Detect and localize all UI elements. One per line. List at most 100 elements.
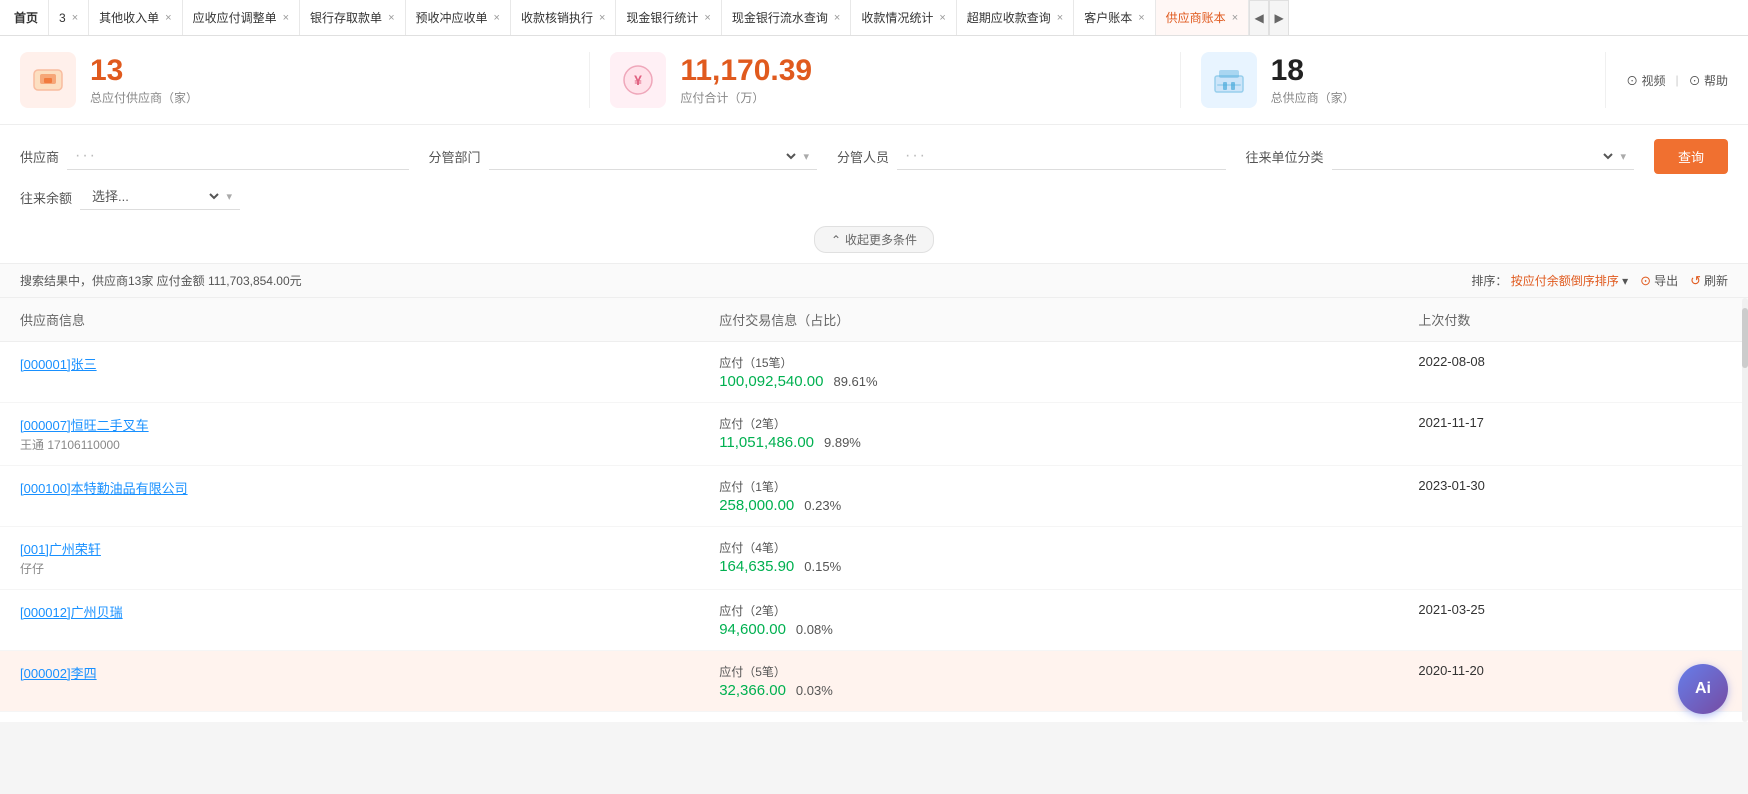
dept-select[interactable]	[497, 148, 800, 165]
nav-tab-other-income[interactable]: 其他收入单 ×	[89, 0, 182, 36]
video-link[interactable]: ⊙ 视频	[1626, 72, 1665, 89]
video-icon: ⊙	[1626, 74, 1638, 88]
balance-select[interactable]: 选择...	[88, 188, 222, 205]
sort-value-text[interactable]: 按应付余额倒序排序	[1511, 274, 1619, 288]
supplier-link[interactable]: [001]广州荣轩	[20, 542, 101, 557]
nav-tab-ap-adjust-close[interactable]: ×	[283, 12, 289, 24]
collapse-label: 收起更多条件	[845, 231, 917, 248]
payable-amount[interactable]: 32,366.00	[719, 682, 786, 699]
nav-tab-cash-bank-stat-close[interactable]: ×	[704, 12, 710, 24]
summary-payable-suppliers-text: 13 总应付供应商（家）	[90, 54, 198, 106]
nav-arrows: ◀ ▶	[1249, 0, 1289, 36]
nav-tab-3-close[interactable]: ×	[72, 12, 78, 24]
nav-tab-advance-collect[interactable]: 预收冲应收单 ×	[406, 0, 511, 36]
nav-tab-advance-collect-close[interactable]: ×	[494, 12, 500, 24]
filter-row-2: 往来余额 选择... ▾	[20, 184, 300, 210]
payable-amount[interactable]: 11,051,486.00	[719, 434, 814, 451]
help-icon: ⊙	[1689, 74, 1701, 88]
nav-tab-collect-verify[interactable]: 收款核销执行 ×	[511, 0, 616, 36]
help-link[interactable]: ⊙ 帮助	[1689, 72, 1728, 89]
payable-suppliers-label: 总应付供应商（家）	[90, 89, 198, 106]
payable-amount[interactable]: 164,635.90	[719, 558, 794, 575]
nav-tab-cash-bank-flow-label: 现金银行流水查询	[732, 9, 828, 26]
summary-payable-amount: ¥ 11,170.39 应付合计（万）	[590, 52, 1180, 108]
help-label: 帮助	[1704, 74, 1728, 88]
payable-amount[interactable]: 100,092,540.00	[719, 373, 823, 390]
balance-select-wrapper[interactable]: 选择... ▾	[80, 184, 240, 210]
supplier-info-cell: [001]广州荣轩仔仔	[0, 527, 699, 590]
nav-tab-collect-stat-label: 收款情况统计	[861, 9, 933, 26]
refresh-button[interactable]: ↺ 刷新	[1690, 272, 1728, 289]
video-label: 视频	[1642, 74, 1666, 88]
supplier-link[interactable]: [000012]广州贝瑞	[20, 605, 123, 620]
payable-label: 应付（2笔）	[719, 602, 1378, 619]
nav-tab-cash-bank-stat[interactable]: 现金银行统计 ×	[616, 0, 721, 36]
supplier-info-cell: [000001]张三	[0, 342, 699, 403]
summary-payable-amount-text: 11,170.39 应付合计（万）	[680, 54, 812, 106]
nav-tab-bank-deposit[interactable]: 银行存取款单 ×	[300, 0, 405, 36]
col-payable-info: 应付交易信息（占比）	[699, 298, 1398, 342]
person-input[interactable]	[897, 143, 1225, 170]
table-container: 供应商信息 应付交易信息（占比） 上次付数 [000001]张三应付（15笔）1…	[0, 298, 1748, 722]
supplier-input[interactable]	[67, 143, 408, 170]
nav-tab-customer-account[interactable]: 客户账本 ×	[1074, 0, 1155, 36]
nav-tab-home[interactable]: 首页	[4, 0, 49, 36]
supplier-sub: 仔仔	[20, 560, 679, 577]
nav-tab-other-income-close[interactable]: ×	[165, 12, 171, 24]
nav-tab-cash-bank-flow-close[interactable]: ×	[834, 12, 840, 24]
dept-label: 分管部门	[429, 147, 481, 166]
nav-tab-supplier-account-close[interactable]: ×	[1232, 12, 1238, 24]
collapse-button[interactable]: ⌃ 收起更多条件	[814, 226, 934, 253]
unit-category-select[interactable]	[1340, 148, 1617, 165]
nav-tab-collect-stat[interactable]: 收款情况统计 ×	[851, 0, 956, 36]
nav-tab-customer-account-close[interactable]: ×	[1138, 12, 1144, 24]
summary-total-suppliers-text: 18 总供应商（家）	[1271, 54, 1355, 106]
ai-badge[interactable]: Ai	[1678, 664, 1728, 714]
payable-amount[interactable]: 258,000.00	[719, 497, 794, 514]
top-right-links: ⊙ 视频 | ⊙ 帮助	[1606, 72, 1728, 89]
nav-tab-bank-deposit-label: 银行存取款单	[310, 9, 382, 26]
query-button[interactable]: 查询	[1654, 139, 1728, 174]
payable-amount[interactable]: 94,600.00	[719, 621, 786, 638]
payable-info-cell: 应付（2笔）11,051,486.009.89%	[699, 403, 1398, 466]
payable-pct: 9.89%	[814, 435, 861, 450]
nav-tab-overdue-collect[interactable]: 超期应收款查询 ×	[957, 0, 1074, 36]
export-icon: ⊙	[1640, 273, 1651, 289]
ai-label: Ai	[1695, 680, 1711, 698]
result-summary-text: 搜索结果中，供应商13家 应付金额 111,703,854.00元	[20, 272, 302, 289]
sort-label-text: 排序：	[1471, 274, 1507, 288]
total-suppliers-number: 18	[1271, 54, 1355, 87]
export-button[interactable]: ⊙ 导出	[1640, 272, 1678, 289]
filter-supplier: 供应商	[20, 143, 409, 170]
data-table: 供应商信息 应付交易信息（占比） 上次付数 [000001]张三应付（15笔）1…	[0, 298, 1748, 712]
supplier-info-cell: [000100]本特勤油品有限公司	[0, 466, 699, 527]
total-suppliers-label: 总供应商（家）	[1271, 89, 1355, 106]
nav-next-arrow[interactable]: ▶	[1269, 0, 1289, 36]
nav-tab-ap-adjust[interactable]: 应收应付调整单 ×	[183, 0, 300, 36]
supplier-link[interactable]: [000001]张三	[20, 357, 97, 372]
nav-tab-collect-verify-close[interactable]: ×	[599, 12, 605, 24]
table-row: [001]广州荣轩仔仔应付（4笔）164,635.900.15%	[0, 527, 1748, 590]
unit-category-select-wrapper[interactable]: ▾	[1332, 144, 1634, 170]
payable-pct: 0.08%	[786, 622, 833, 637]
nav-tab-other-income-label: 其他收入单	[99, 9, 159, 26]
last-payment-cell: 2022-08-08	[1398, 342, 1748, 403]
supplier-link[interactable]: [000002]李四	[20, 666, 97, 681]
nav-tab-advance-collect-label: 预收冲应收单	[416, 9, 488, 26]
nav-tab-overdue-collect-close[interactable]: ×	[1057, 12, 1063, 24]
dept-chevron-icon: ▾	[803, 150, 809, 163]
nav-tab-supplier-account-label: 供应商账本	[1166, 9, 1226, 26]
nav-tab-3[interactable]: 3 ×	[49, 0, 89, 36]
nav-prev-arrow[interactable]: ◀	[1249, 0, 1269, 36]
nav-tab-supplier-account[interactable]: 供应商账本 ×	[1156, 0, 1249, 36]
nav-tab-cash-bank-flow[interactable]: 现金银行流水查询 ×	[722, 0, 851, 36]
table-header: 供应商信息 应付交易信息（占比） 上次付数	[0, 298, 1748, 342]
supplier-link[interactable]: [000100]本特勤油品有限公司	[20, 481, 188, 496]
nav-tab-collect-stat-close[interactable]: ×	[939, 12, 945, 24]
dept-select-wrapper[interactable]: ▾	[489, 144, 817, 170]
scroll-thumb	[1742, 308, 1748, 368]
nav-tab-bank-deposit-close[interactable]: ×	[388, 12, 394, 24]
payable-pct: 0.23%	[794, 498, 841, 513]
payable-label: 应付（1笔）	[719, 478, 1378, 495]
supplier-link[interactable]: [000007]恒旺二手叉车	[20, 418, 149, 433]
